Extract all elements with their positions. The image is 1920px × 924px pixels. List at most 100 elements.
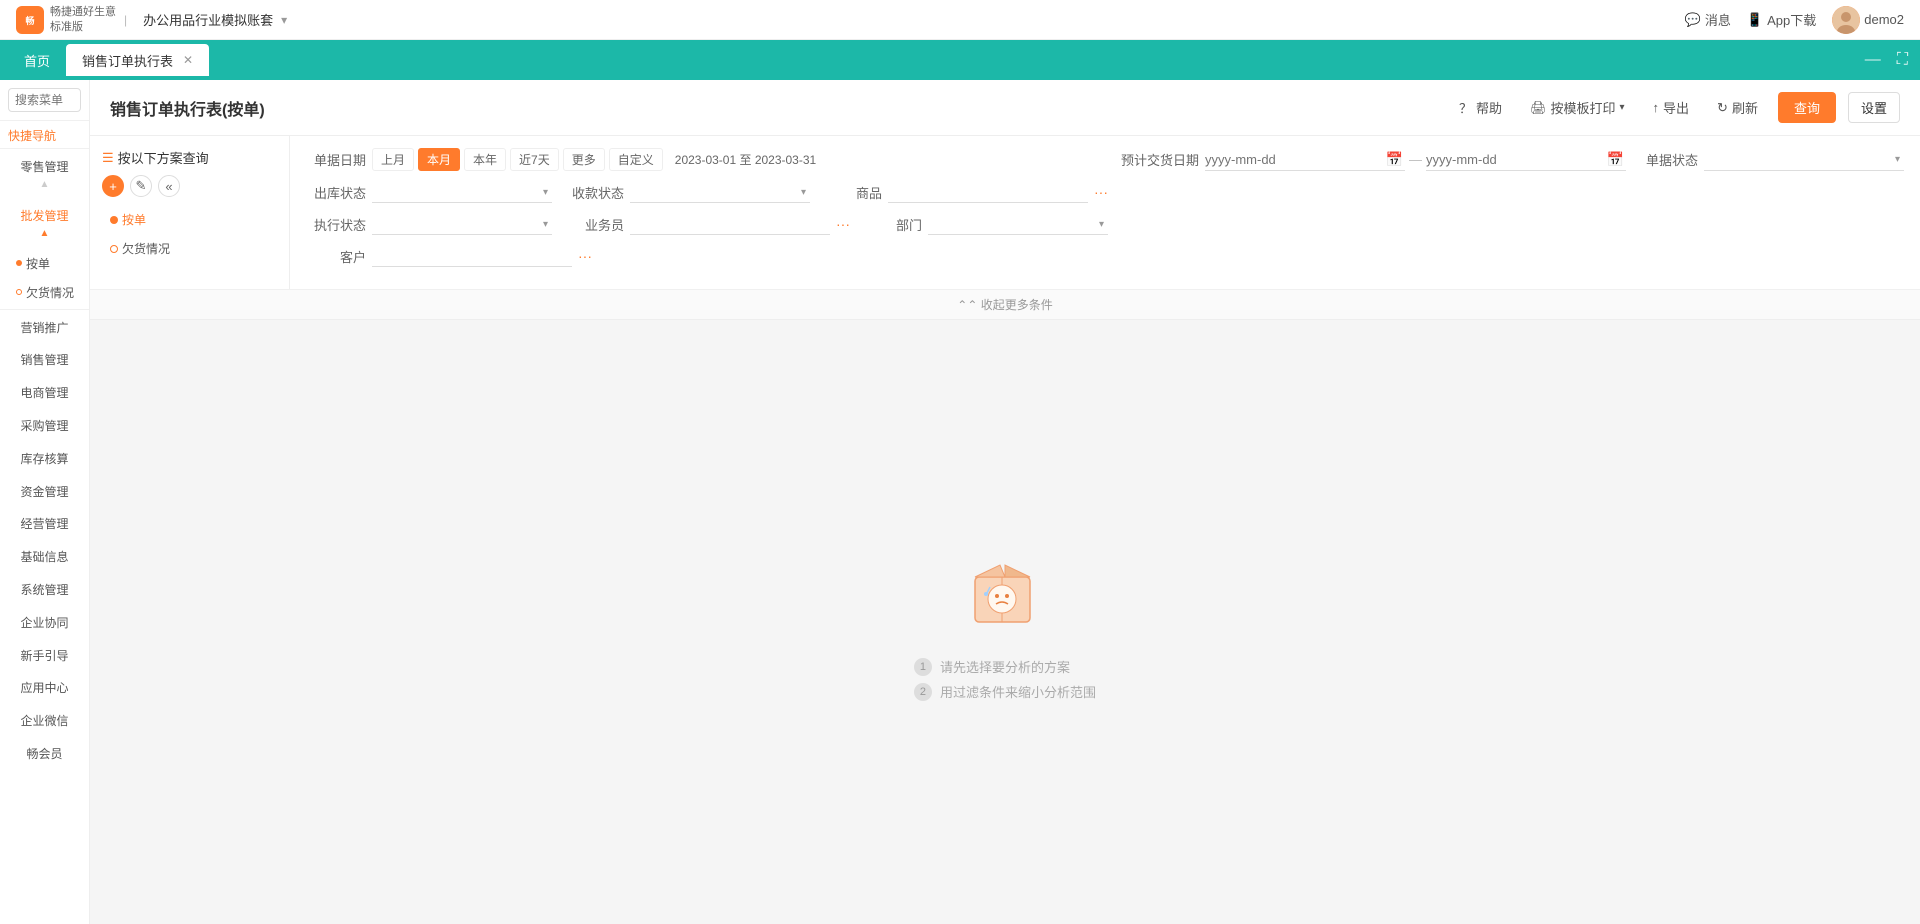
status-label: 单据状态 <box>1638 150 1698 169</box>
sidebar-item-enterprise[interactable]: 企业协同 <box>0 607 89 640</box>
by-order-label: 按单 <box>26 255 50 272</box>
add-schema-button[interactable]: + <box>102 175 124 197</box>
sidebar-item-inventory[interactable]: 库存核算 <box>0 443 89 476</box>
step-num-2: 2 <box>914 683 932 701</box>
edit-schema-button[interactable]: ✎ <box>130 175 152 197</box>
filter-fields: 单据日期 上月 本月 本年 近7天 更多 自定义 2023-03-01 至 20… <box>290 136 1920 289</box>
date-tab-7days[interactable]: 近7天 <box>510 148 559 171</box>
settings-button[interactable]: 设置 <box>1848 92 1900 123</box>
refresh-icon: ↻ <box>1717 100 1728 116</box>
sidebar-item-system[interactable]: 系统管理 <box>0 574 89 607</box>
delivery-status-select[interactable] <box>372 181 552 203</box>
refresh-button[interactable]: ↻ 刷新 <box>1709 94 1766 121</box>
delivery-status-select-wrap: ▾ <box>372 181 552 203</box>
date-to-input[interactable] <box>1426 149 1626 171</box>
schema-item-by-order[interactable]: 按单 <box>102 205 277 234</box>
sidebar-item-finance[interactable]: 资金管理 <box>0 476 89 509</box>
logo-text: 畅捷通好生意 标准版 <box>50 5 116 34</box>
empty-steps-list: 1 请先选择要分析的方案 2 用过滤条件来缩小分析范围 <box>914 657 1096 707</box>
help-button[interactable]: ？ 帮助 <box>1451 94 1510 121</box>
collapse-schema-button[interactable]: « <box>158 175 180 197</box>
field-exec-status: 执行状态 ▾ <box>306 213 552 235</box>
print-button[interactable]: 🖨 按模板打印 ▾ <box>1522 94 1633 121</box>
page-header-actions: ？ 帮助 🖨 按模板打印 ▾ ↑ 导出 ↻ 刷新 查询 设置 <box>1451 92 1900 135</box>
status-select[interactable] <box>1704 149 1904 171</box>
svg-text:畅: 畅 <box>25 15 34 26</box>
tab-minimize-icon[interactable]: — <box>1861 49 1885 71</box>
customer-more-icon[interactable]: ··· <box>578 248 592 264</box>
app-download-button[interactable]: 📱 App下载 <box>1747 10 1816 29</box>
page-header: 销售订单执行表(按单) ？ 帮助 🖨 按模板打印 ▾ ↑ 导出 ↻ 刷新 <box>90 80 1920 136</box>
date-range-picker: 📅 — 📅 <box>1205 149 1626 171</box>
sidebar-item-basic[interactable]: 基础信息 <box>0 541 89 574</box>
tab-fullscreen-icon[interactable]: ⛶ <box>1893 49 1912 71</box>
date-tab-this-month[interactable]: 本月 <box>418 148 460 171</box>
sidebar-sub-arrears[interactable]: 欠货情况 <box>0 278 89 307</box>
filter-collapse-bar[interactable]: ⌃⌃ 收起更多条件 <box>90 289 1920 319</box>
salesperson-more-icon[interactable]: ··· <box>836 216 850 232</box>
step-num-1: 1 <box>914 658 932 676</box>
predicted-delivery-label: 预计交货日期 <box>1121 150 1199 169</box>
date-tab-last-month[interactable]: 上月 <box>372 148 414 171</box>
user-menu[interactable]: demo2 <box>1832 6 1904 34</box>
date-label: 单据日期 <box>306 150 366 169</box>
search-input[interactable] <box>8 88 81 112</box>
product-label: 商品 <box>822 183 882 202</box>
top-bar-right: 💬 消息 📱 App下载 demo2 <box>1685 6 1904 34</box>
department-select[interactable] <box>928 213 1108 235</box>
sidebar-item-marketing[interactable]: 营销推广 <box>0 312 89 345</box>
product-input[interactable] <box>888 181 1088 203</box>
logo: 畅 畅捷通好生意 标准版 <box>16 5 116 34</box>
main-layout: 快捷导航 零售管理 ▲ 批发管理 ▲ 按单 欠货情况 营销推广 销售管理 电商管… <box>0 80 1920 924</box>
filter-schema-title: ☰ 按以下方案查询 <box>102 148 277 167</box>
export-button[interactable]: ↑ 导出 <box>1645 94 1698 121</box>
filter-schema-panel: ☰ 按以下方案查询 + ✎ « 按单 欠货情况 <box>90 136 290 289</box>
messages-button[interactable]: 💬 消息 <box>1685 10 1731 29</box>
exec-status-select[interactable] <box>372 213 552 235</box>
query-button[interactable]: 查询 <box>1778 92 1836 123</box>
date-from-input[interactable] <box>1205 149 1405 171</box>
salesperson-input[interactable] <box>630 213 830 235</box>
filter-schema-icon: ☰ <box>102 150 114 166</box>
sidebar-sub-by-order[interactable]: 按单 <box>0 249 89 278</box>
tab-home[interactable]: 首页 <box>8 44 66 76</box>
calendar-to-icon[interactable]: 📅 <box>1607 151 1624 168</box>
breadcrumb-separator: | <box>124 13 127 27</box>
sidebar-item-member[interactable]: 畅会员 <box>0 738 89 771</box>
sidebar-item-appstore[interactable]: 应用中心 <box>0 672 89 705</box>
breadcrumb-dropdown-icon[interactable]: ▾ <box>281 13 287 27</box>
sidebar-item-retail[interactable]: 零售管理 ▲ <box>0 151 89 200</box>
schema-inactive-dot <box>110 245 118 253</box>
sidebar-item-wholesale[interactable]: 批发管理 ▲ <box>0 200 89 249</box>
date-tab-more[interactable]: 更多 <box>563 148 605 171</box>
print-dropdown-icon: ▾ <box>1620 102 1625 113</box>
sidebar-item-operation[interactable]: 经营管理 <box>0 508 89 541</box>
calendar-from-icon[interactable]: 📅 <box>1386 151 1403 168</box>
arrears-dot <box>16 289 22 295</box>
sidebar-item-sales[interactable]: 销售管理 <box>0 344 89 377</box>
sidebar-item-purchase[interactable]: 采购管理 <box>0 410 89 443</box>
schema-item-arrears[interactable]: 欠货情况 <box>102 234 277 263</box>
date-tab-buttons: 上月 本月 本年 近7天 更多 自定义 <box>372 148 663 171</box>
collection-status-select[interactable] <box>630 181 810 203</box>
filter-panel-inner: ☰ 按以下方案查询 + ✎ « 按单 欠货情况 <box>90 136 1920 289</box>
export-icon: ↑ <box>1653 100 1660 115</box>
print-icon: 🖨 <box>1530 100 1547 116</box>
filter-row-4: 客户 ··· <box>306 245 1904 267</box>
customer-input[interactable] <box>372 245 572 267</box>
field-department: 部门 ▾ <box>862 213 1108 235</box>
sidebar-item-newbie[interactable]: 新手引导 <box>0 640 89 673</box>
top-bar: 畅 畅捷通好生意 标准版 | 办公用品行业模拟账套 ▾ 💬 消息 📱 App下载… <box>0 0 1920 40</box>
delivery-status-label: 出库状态 <box>306 183 366 202</box>
date-tab-custom[interactable]: 自定义 <box>609 148 663 171</box>
tab-sales-exec[interactable]: 销售订单执行表 ✕ <box>66 44 209 76</box>
date-tab-this-year[interactable]: 本年 <box>464 148 506 171</box>
sidebar-item-wechat[interactable]: 企业微信 <box>0 705 89 738</box>
product-more-icon[interactable]: ··· <box>1094 184 1108 200</box>
sidebar-item-ecommerce[interactable]: 电商管理 <box>0 377 89 410</box>
retail-label: 零售管理 <box>20 159 68 176</box>
sidebar-quick-nav[interactable]: 快捷导航 <box>0 121 89 146</box>
tab-close-icon[interactable]: ✕ <box>183 53 193 67</box>
filter-panel: ☰ 按以下方案查询 + ✎ « 按单 欠货情况 <box>90 136 1920 320</box>
avatar <box>1832 6 1860 34</box>
